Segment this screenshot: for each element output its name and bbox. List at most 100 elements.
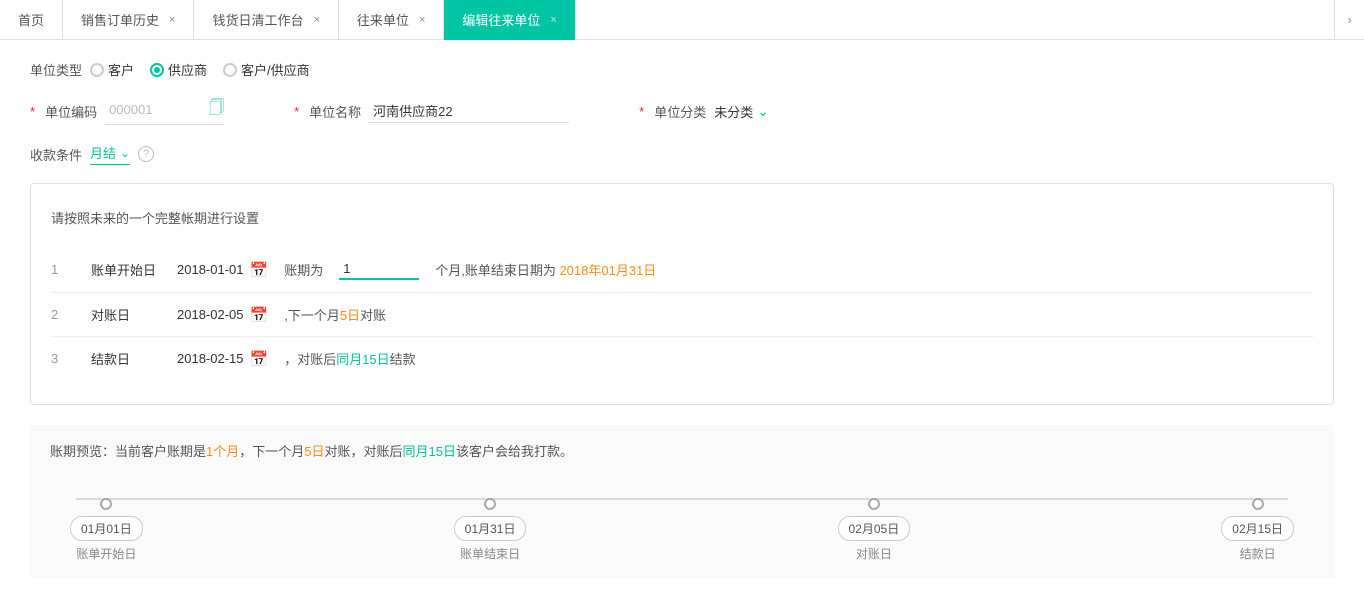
radio-supplier-circle [150, 63, 164, 77]
timeline-badge-1: 01月01日 [70, 516, 143, 541]
tab-scroll-right[interactable]: › [1334, 0, 1364, 40]
period-input[interactable] [339, 259, 419, 280]
help-icon[interactable]: ? [138, 146, 154, 162]
period-label: 账期为 [284, 260, 323, 279]
radio-both-label: 客户/供应商 [241, 60, 310, 79]
row3-highlight: 同月15日 [336, 352, 389, 367]
payment-row: 收款条件 月结 ⌄ ? [30, 143, 1334, 165]
timeline-dot-4 [1252, 498, 1264, 510]
category-label: 单位分类 [654, 102, 706, 121]
preview-part2: 5日 [304, 444, 324, 459]
row-label-2: 对账日 [91, 305, 161, 324]
category-dropdown-icon[interactable]: ⌄ [757, 103, 769, 120]
preview-part3: 同月15日 [403, 444, 456, 459]
tab-partner[interactable]: 往来单位 × [339, 0, 444, 40]
code-input[interactable] [105, 98, 205, 121]
timeline-label-2: 账单结束日 [460, 545, 520, 562]
tab-sales-history[interactable]: 销售订单历史 × [63, 0, 194, 40]
row-label-1: 账单开始日 [91, 260, 161, 279]
setting-row-3: 3 结款日 2018-02-15 📅 ，对账后同月15日结款 [51, 337, 1313, 380]
setting-row-2: 2 对账日 2018-02-05 📅 ,下一个月5日对账 [51, 293, 1313, 337]
timeline-badge-3: 02月05日 [838, 516, 911, 541]
setting-row-1: 1 账单开始日 2018-01-01 📅 账期为 个月,账单结束日期为 2018… [51, 247, 1313, 293]
tab-cash-work[interactable]: 钱货日清工作台 × [194, 0, 338, 40]
timeline-node-1: 01月01日 账单开始日 [70, 498, 143, 562]
timeline-dot-2 [484, 498, 496, 510]
name-required: * [294, 104, 299, 119]
row-desc-2: ,下一个月5日对账 [284, 305, 386, 324]
code-input-wrapper: 🗍 [105, 97, 224, 125]
preview-sep2: 对账，对账后 [325, 444, 403, 459]
timeline: 01月01日 账单开始日 01月31日 账单结束日 02月05日 对账日 [70, 484, 1294, 562]
tab-edit-partner[interactable]: 编辑往来单位 × [444, 0, 575, 40]
payment-chevron-icon: ⌄ [120, 146, 130, 160]
date-field-3: 2018-02-15 📅 [177, 350, 268, 368]
preview-prefix: 账期预览：当前客户账期是 [50, 444, 206, 459]
radio-both[interactable]: 客户/供应商 [223, 60, 310, 79]
row-num-1: 1 [51, 262, 75, 277]
unit-type-label: 单位类型 [30, 60, 82, 79]
end-date-highlight: 2018年01月31日 [559, 263, 656, 278]
radio-customer[interactable]: 客户 [90, 60, 134, 79]
cal-icon-1[interactable]: 📅 [250, 261, 269, 279]
tab-cash-work-close[interactable]: × [313, 14, 319, 26]
panel-title: 请按照未来的一个完整帐期进行设置 [51, 208, 1313, 227]
unit-type-group: 单位类型 客户 供应商 客户/供应商 [30, 60, 310, 79]
tab-sales-history-close[interactable]: × [169, 14, 175, 26]
settings-panel: 请按照未来的一个完整帐期进行设置 1 账单开始日 2018-01-01 📅 账期… [30, 183, 1334, 405]
timeline-node-3: 02月05日 对账日 [838, 498, 911, 562]
row-desc-3: ，对账后同月15日结款 [284, 349, 416, 368]
code-group: * 单位编码 🗍 [30, 97, 224, 125]
radio-both-circle [223, 63, 237, 77]
tab-edit-partner-close[interactable]: × [550, 14, 556, 26]
row-num-2: 2 [51, 307, 75, 322]
cal-icon-3[interactable]: 📅 [250, 350, 269, 368]
timeline-node-4: 02月15日 结款日 [1221, 498, 1294, 562]
tab-edit-partner-label: 编辑往来单位 [462, 10, 540, 29]
category-group: * 单位分类 未分类 ⌄ [639, 102, 769, 121]
name-label: 单位名称 [309, 102, 361, 121]
tab-partner-close[interactable]: × [419, 14, 425, 26]
timeline-badge-4: 02月15日 [1221, 516, 1294, 541]
preview-text: 账期预览：当前客户账期是1个月，下一个月5日对账，对账后同月15日该客户会给我打… [50, 441, 1314, 460]
radio-supplier-label: 供应商 [168, 60, 207, 79]
row2-highlight: 5日 [340, 308, 360, 323]
row-num-3: 3 [51, 351, 75, 366]
timeline-line [76, 498, 1288, 500]
date-value-1: 2018-01-01 [177, 262, 244, 277]
cal-icon-2[interactable]: 📅 [250, 306, 269, 324]
tab-sales-history-label: 销售订单历史 [81, 10, 159, 29]
unit-type-row: 单位类型 客户 供应商 客户/供应商 [30, 60, 1334, 79]
radio-supplier[interactable]: 供应商 [150, 60, 207, 79]
preview-section: 账期预览：当前客户账期是1个月，下一个月5日对账，对账后同月15日该客户会给我打… [30, 425, 1334, 578]
main-content: 单位类型 客户 供应商 客户/供应商 * 单位编码 [0, 40, 1364, 608]
payment-label: 收款条件 [30, 145, 82, 164]
name-group: * 单位名称 [294, 99, 569, 123]
tab-home-label: 首页 [18, 10, 44, 29]
date-value-3: 2018-02-15 [177, 351, 244, 366]
timeline-label-1: 账单开始日 [76, 545, 136, 562]
preview-sep1: ，下一个月 [239, 444, 304, 459]
timeline-label-4: 结款日 [1240, 545, 1276, 562]
period-suffix: 个月,账单结束日期为 2018年01月31日 [435, 260, 656, 279]
date-field-1: 2018-01-01 📅 [177, 261, 268, 279]
code-name-category-row: * 单位编码 🗍 * 单位名称 * 单位分类 未分类 ⌄ [30, 97, 1334, 125]
timeline-dot-1 [100, 498, 112, 510]
preview-suffix: 该客户会给我打款。 [456, 444, 573, 459]
category-select[interactable]: 未分类 ⌄ [714, 102, 769, 121]
tab-home[interactable]: 首页 [0, 0, 63, 40]
timeline-dot-3 [868, 498, 880, 510]
code-icon[interactable]: 🗍 [209, 97, 224, 122]
code-label: 单位编码 [45, 102, 97, 121]
name-input[interactable] [369, 99, 569, 123]
payment-value: 月结 [90, 143, 116, 162]
tab-cash-work-label: 钱货日清工作台 [212, 10, 303, 29]
date-field-2: 2018-02-05 📅 [177, 306, 268, 324]
category-value: 未分类 [714, 102, 753, 121]
preview-part1: 1个月 [206, 444, 239, 459]
payment-group: 收款条件 月结 ⌄ ? [30, 143, 154, 165]
category-required: * [639, 104, 644, 119]
payment-select[interactable]: 月结 ⌄ [90, 143, 130, 165]
tab-bar: 首页 销售订单历史 × 钱货日清工作台 × 往来单位 × 编辑往来单位 × › [0, 0, 1364, 40]
code-required: * [30, 104, 35, 119]
